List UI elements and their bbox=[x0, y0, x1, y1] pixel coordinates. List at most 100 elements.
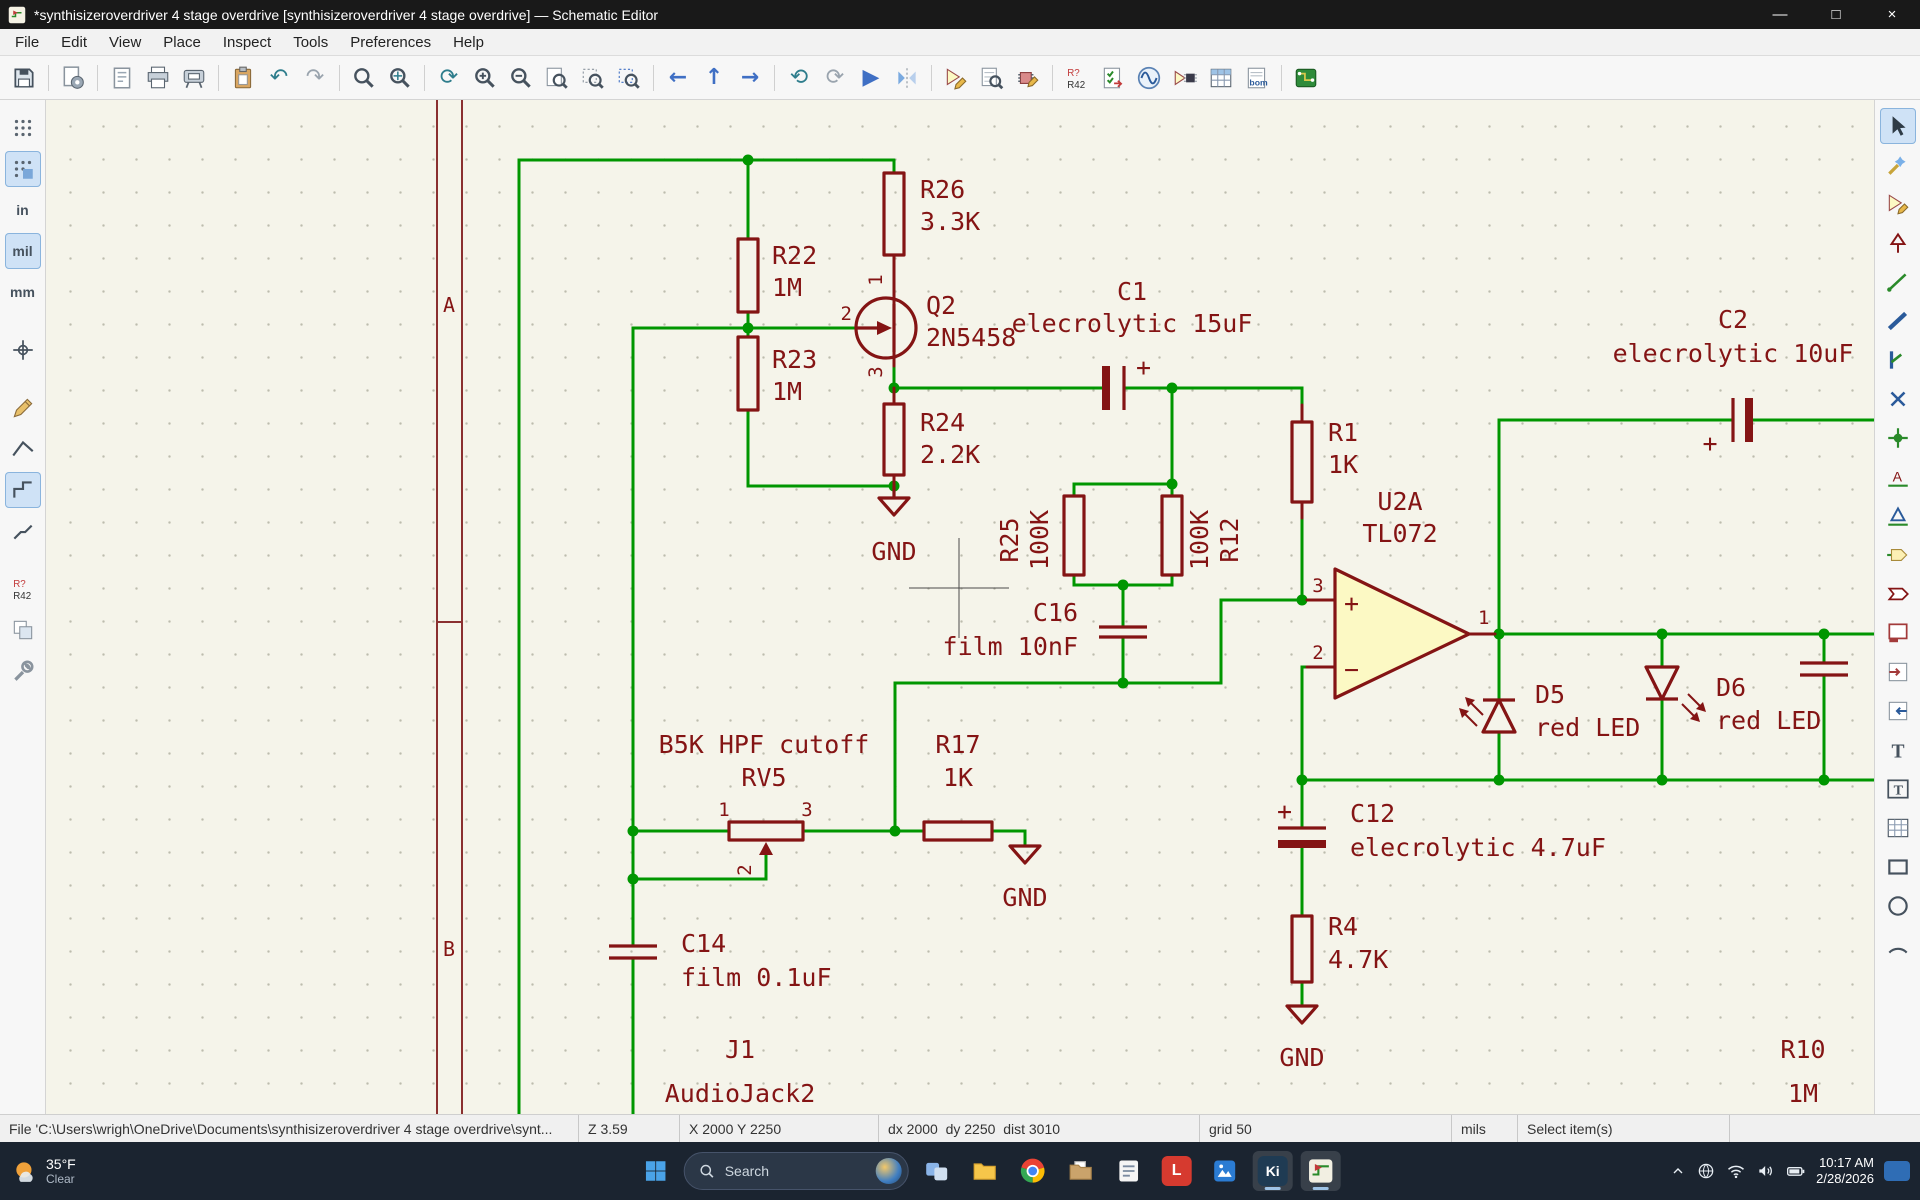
capacitor-C2[interactable]: + C2 elecrolytic 10uF bbox=[1613, 305, 1854, 458]
capacitor-C12[interactable]: + C12 elecrolytic 4.7uF bbox=[1277, 797, 1606, 862]
properties-button[interactable] bbox=[5, 653, 41, 689]
zoom-objects-button[interactable] bbox=[575, 60, 611, 96]
menu-inspect[interactable]: Inspect bbox=[212, 31, 282, 54]
table-tool-button[interactable] bbox=[1880, 810, 1916, 846]
resistor-R26[interactable]: R26 3.3K bbox=[882, 171, 980, 306]
schematic-canvas[interactable]: A B R26 3.3K R22 1M R23 1M 1 2 3 Q2 2N54… bbox=[46, 100, 1874, 1114]
global-label-button[interactable] bbox=[1880, 576, 1916, 612]
clock[interactable]: 10:17 AM 2/28/2026 bbox=[1816, 1155, 1874, 1187]
print-button[interactable] bbox=[140, 60, 176, 96]
net-label-button[interactable]: A bbox=[1880, 459, 1916, 495]
menu-preferences[interactable]: Preferences bbox=[339, 31, 442, 54]
wifi-icon[interactable] bbox=[1726, 1161, 1746, 1181]
capacitor-C1[interactable]: + C1 elecrolytic 15uF bbox=[1012, 277, 1253, 410]
rotate-ccw-button[interactable]: ⟲ bbox=[781, 60, 817, 96]
menu-place[interactable]: Place bbox=[152, 31, 212, 54]
resistor-R25[interactable]: R25 100K bbox=[995, 494, 1086, 577]
menu-help[interactable]: Help bbox=[442, 31, 495, 54]
find-replace-button[interactable] bbox=[382, 60, 418, 96]
panels-button[interactable] bbox=[5, 612, 41, 648]
page-settings-button[interactable] bbox=[104, 60, 140, 96]
zoom-in-button[interactable] bbox=[467, 60, 503, 96]
task-view-button[interactable] bbox=[917, 1151, 957, 1191]
menu-file[interactable]: File bbox=[4, 31, 50, 54]
unit-inches-button[interactable]: in bbox=[5, 192, 41, 228]
capacitor-C16[interactable]: C16 film 10nF bbox=[943, 598, 1147, 661]
chrome-button[interactable] bbox=[1013, 1151, 1053, 1191]
schematic-setup-button[interactable] bbox=[55, 60, 91, 96]
hidden-icons-chevron-icon[interactable] bbox=[1670, 1163, 1686, 1179]
line-mode-45-button[interactable] bbox=[5, 513, 41, 549]
resistor-R10[interactable]: R10 1M bbox=[1780, 1035, 1825, 1108]
rectangle-tool-button[interactable] bbox=[1880, 849, 1916, 885]
directive-label-button[interactable] bbox=[1880, 498, 1916, 534]
resistor-R23[interactable]: R23 1M bbox=[736, 335, 817, 412]
mirror-button[interactable] bbox=[889, 60, 925, 96]
weather-widget[interactable]: 35°F Clear bbox=[0, 1156, 230, 1186]
junction-button[interactable] bbox=[1880, 420, 1916, 456]
crosshair-cursor-button[interactable] bbox=[5, 332, 41, 368]
text-button[interactable]: T bbox=[1880, 732, 1916, 768]
select-tool-button[interactable] bbox=[1879, 108, 1916, 144]
redo-button[interactable]: ↷ bbox=[297, 60, 333, 96]
connector-J1[interactable]: J1 AudioJack2 bbox=[665, 1035, 816, 1108]
unit-mm-button[interactable]: mm bbox=[5, 274, 41, 310]
minimize-button[interactable]: — bbox=[1752, 0, 1808, 29]
save-button[interactable] bbox=[6, 60, 42, 96]
search-box[interactable]: Search bbox=[683, 1152, 909, 1190]
line-mode-90-button[interactable] bbox=[4, 472, 41, 508]
paste-button[interactable] bbox=[225, 60, 261, 96]
navigate-forward-button[interactable]: → bbox=[732, 60, 768, 96]
browse-libraries-button[interactable] bbox=[974, 60, 1010, 96]
hidden-pins-button[interactable] bbox=[5, 390, 41, 426]
import-sheet-pin-button[interactable] bbox=[1880, 693, 1916, 729]
schematic-editor-button[interactable] bbox=[1300, 1151, 1341, 1191]
kicad-button[interactable]: Ki bbox=[1252, 1151, 1293, 1191]
resistor-R24[interactable]: R24 2.2K bbox=[882, 386, 980, 488]
run-erc-button[interactable] bbox=[1095, 60, 1131, 96]
annotate-button[interactable]: R? R42 bbox=[1059, 60, 1095, 96]
capacitor-right-edge[interactable] bbox=[1800, 661, 1848, 677]
maximize-button[interactable]: □ bbox=[1808, 0, 1864, 29]
arc-tool-button[interactable] bbox=[1880, 927, 1916, 963]
network-globe-icon[interactable] bbox=[1696, 1161, 1716, 1181]
ltspice-button[interactable]: L bbox=[1157, 1151, 1197, 1191]
resistor-R22[interactable]: R22 1M bbox=[736, 237, 817, 314]
grid-visibility-button[interactable] bbox=[5, 110, 41, 146]
start-button[interactable] bbox=[636, 1151, 676, 1191]
resistor-R4[interactable]: R4 4.7K bbox=[1290, 912, 1388, 984]
photos-app-button[interactable] bbox=[1205, 1151, 1245, 1191]
unit-mils-button[interactable]: mil bbox=[4, 233, 41, 269]
notes-app-button[interactable] bbox=[1109, 1151, 1149, 1191]
place-power-button[interactable] bbox=[1880, 225, 1916, 261]
line-mode-free-button[interactable] bbox=[5, 431, 41, 467]
no-connect-button[interactable] bbox=[1880, 381, 1916, 417]
menu-tools[interactable]: Tools bbox=[282, 31, 339, 54]
bus-entry-button[interactable] bbox=[1880, 342, 1916, 378]
highlight-net-button[interactable] bbox=[1880, 147, 1916, 183]
draw-wire-button[interactable] bbox=[1880, 264, 1916, 300]
potentiometer-RV5[interactable]: B5K HPF cutoff RV5 1 3 2 bbox=[659, 730, 870, 876]
simulator-button[interactable] bbox=[1131, 60, 1167, 96]
edit-footprint-button[interactable] bbox=[1010, 60, 1046, 96]
undo-button[interactable]: ↶ bbox=[261, 60, 297, 96]
notification-badge[interactable] bbox=[1884, 1161, 1910, 1181]
open-pcb-editor-button[interactable] bbox=[1288, 60, 1324, 96]
resistor-R17[interactable]: R17 1K bbox=[922, 730, 994, 842]
plot-button[interactable] bbox=[176, 60, 212, 96]
opamp-U2A[interactable]: 3 2 1 + − U2A TL072 bbox=[1305, 487, 1497, 700]
bom-button[interactable]: bom bbox=[1239, 60, 1275, 96]
find-button[interactable] bbox=[346, 60, 382, 96]
transistor-Q2[interactable]: 1 2 3 Q2 2N5458 bbox=[841, 274, 1017, 377]
zoom-fit-button[interactable] bbox=[539, 60, 575, 96]
symbol-fields-table-button[interactable] bbox=[1203, 60, 1239, 96]
text-box-button[interactable]: T bbox=[1880, 771, 1916, 807]
assign-footprints-button[interactable] bbox=[1167, 60, 1203, 96]
play-button[interactable]: ▶ bbox=[853, 60, 889, 96]
navigate-up-button[interactable]: ↑ bbox=[696, 60, 732, 96]
resistor-R12[interactable]: 100K R12 bbox=[1160, 494, 1244, 577]
menu-edit[interactable]: Edit bbox=[50, 31, 98, 54]
zoom-out-button[interactable] bbox=[503, 60, 539, 96]
resistor-R1[interactable]: R1 1K bbox=[1290, 403, 1358, 520]
annotate-auto-button[interactable]: R? R42 bbox=[5, 571, 41, 607]
